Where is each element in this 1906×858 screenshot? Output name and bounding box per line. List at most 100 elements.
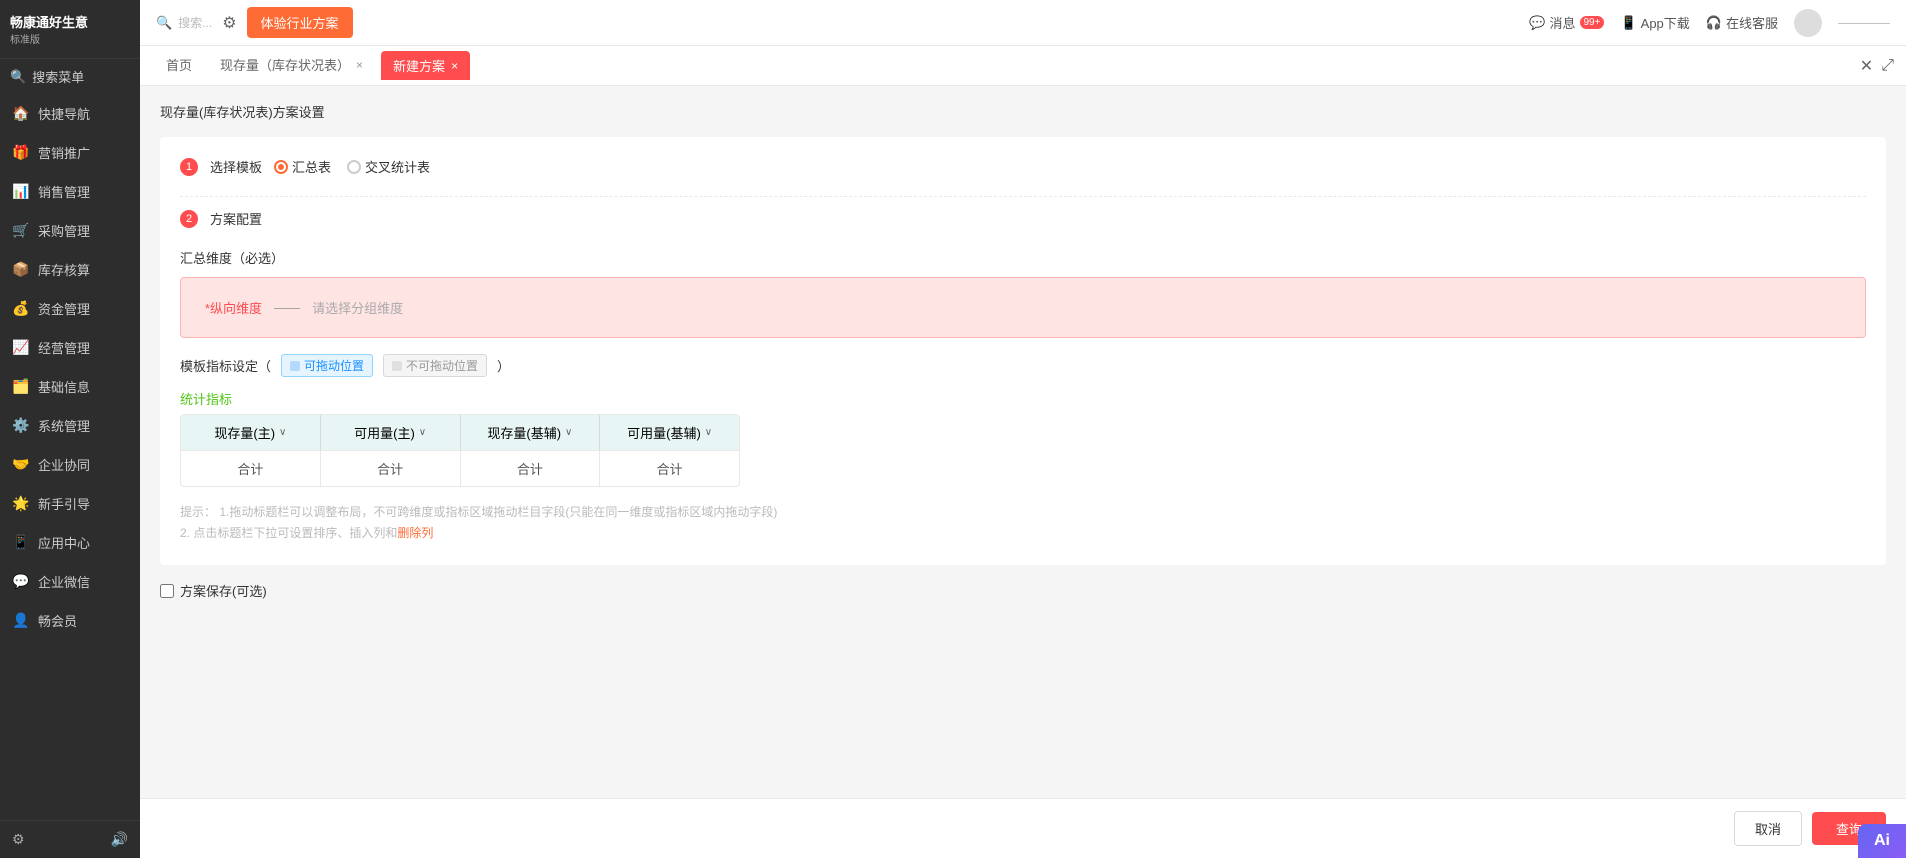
step1-label: 选择模板: [210, 157, 262, 176]
online-service-label: 在线客服: [1726, 13, 1778, 32]
folder-icon: 🗂️: [12, 378, 30, 396]
topbar-left: 🔍 搜索... ⚙ 体验行业方案: [156, 7, 353, 38]
topbar-search-area: 🔍 搜索...: [156, 14, 212, 31]
stats-col-2[interactable]: 可用量(主) ∨: [321, 415, 461, 450]
stats-col-1[interactable]: 现存量(主) ∨: [181, 415, 321, 450]
save-label: 方案保存(可选): [180, 581, 267, 600]
radio-summary[interactable]: 汇总表: [274, 157, 331, 176]
sidebar-item-label: 畅会员: [38, 611, 77, 630]
tab-new-scheme[interactable]: 新建方案 ×: [381, 51, 470, 80]
app-subtitle: 标准版: [10, 31, 130, 46]
sidebar-item-app-center[interactable]: 📱 应用中心: [0, 523, 140, 562]
tab-new-scheme-close-icon[interactable]: ×: [451, 59, 458, 73]
app-title: 畅康通好生意: [10, 12, 130, 31]
save-checkbox[interactable]: [160, 584, 174, 598]
chevron-col-4[interactable]: ∨: [705, 427, 712, 438]
sound-icon[interactable]: 🔊: [111, 831, 128, 848]
topbar-settings-icon[interactable]: ⚙: [222, 13, 236, 33]
main-area: 🔍 搜索... ⚙ 体验行业方案 💬 消息 99+ 📱 App下载 🎧 在线客服…: [140, 0, 1906, 858]
sidebar-item-onboarding[interactable]: 🌟 新手引导: [0, 484, 140, 523]
sidebar-item-quick-nav[interactable]: 🏠 快捷导航: [0, 94, 140, 133]
online-service-button[interactable]: 🎧 在线客服: [1706, 13, 1778, 32]
stats-col-3-label: 现存量(基辅): [487, 423, 561, 442]
sidebar-item-label: 库存核算: [38, 260, 90, 279]
messages-button[interactable]: 💬 消息 99+: [1529, 13, 1604, 32]
indicator-setting-row: 模板指标设定（ 可拖动位置 不可拖动位置 ）: [180, 354, 1866, 377]
tab-home[interactable]: 首页: [152, 47, 206, 84]
non-draggable-tag: 不可拖动位置: [383, 354, 487, 377]
sidebar-item-operations[interactable]: 📈 经营管理: [0, 328, 140, 367]
stats-col-1-label: 现存量(主): [214, 423, 275, 442]
box-icon: 📦: [12, 261, 30, 279]
sidebar-item-system[interactable]: ⚙️ 系统管理: [0, 406, 140, 445]
step2-label: 方案配置: [210, 209, 262, 228]
sidebar-item-label: 销售管理: [38, 182, 90, 201]
tip-highlight: 删除列: [397, 526, 433, 540]
sidebar-item-label: 营销推广: [38, 143, 90, 162]
tabs-bar: 首页 现存量（库存状况表） × 新建方案 × ✕ ⤢: [140, 46, 1906, 86]
tab-inventory-close-icon[interactable]: ×: [356, 58, 363, 72]
stats-cell-1-2: 合计: [321, 451, 461, 486]
sidebar-item-cooperation[interactable]: 🤝 企业协同: [0, 445, 140, 484]
money-icon: 💰: [12, 300, 30, 318]
sidebar-item-label: 经营管理: [38, 338, 90, 357]
chevron-col-1[interactable]: ∨: [279, 427, 286, 438]
sidebar-item-label: 系统管理: [38, 416, 90, 435]
app-download-button[interactable]: 📱 App下载: [1620, 13, 1689, 32]
expand-window-icon[interactable]: ⤢: [1881, 57, 1894, 75]
sidebar-item-label: 新手引导: [38, 494, 90, 513]
star-icon: 🌟: [12, 495, 30, 513]
stats-col-3[interactable]: 现存量(基辅) ∨: [461, 415, 601, 450]
ai-button[interactable]: Ai: [1858, 824, 1906, 858]
vertical-dimension-label: *纵向维度: [205, 298, 262, 317]
stats-col-4[interactable]: 可用量(基辅) ∨: [600, 415, 739, 450]
sidebar-item-label: 采购管理: [38, 221, 90, 240]
sidebar-item-label: 资金管理: [38, 299, 90, 318]
sidebar-item-purchase[interactable]: 🛒 采购管理: [0, 211, 140, 250]
sidebar-nav: 🏠 快捷导航 🎁 营销推广 📊 销售管理 🛒 采购管理 📦 库存核算 💰 资金管…: [0, 94, 140, 820]
stats-cell-1-3: 合计: [461, 451, 601, 486]
chevron-col-3[interactable]: ∨: [565, 427, 572, 438]
sidebar-item-finance[interactable]: 💰 资金管理: [0, 289, 140, 328]
cancel-button[interactable]: 取消: [1734, 811, 1802, 846]
user-avatar[interactable]: [1794, 9, 1822, 37]
wechat-icon: 💬: [12, 573, 30, 591]
gift-icon: 🎁: [12, 144, 30, 162]
gear-icon[interactable]: ⚙: [12, 831, 25, 848]
sidebar-item-marketing[interactable]: 🎁 营销推广: [0, 133, 140, 172]
dimension-area: *纵向维度 —— 请选择分组维度: [180, 277, 1866, 338]
stats-table-row-1: 合计 合计 合计 合计: [181, 450, 739, 486]
radio-summary-label: 汇总表: [292, 157, 331, 176]
dimension-placeholder[interactable]: 请选择分组维度: [312, 298, 403, 317]
industry-solution-button[interactable]: 体验行业方案: [247, 7, 353, 38]
chevron-col-2[interactable]: ∨: [419, 427, 426, 438]
radio-cross-dot: [347, 160, 361, 174]
template-radio-group: 汇总表 交叉统计表: [274, 157, 430, 176]
sidebar-item-basic-info[interactable]: 🗂️ 基础信息: [0, 367, 140, 406]
messages-label: 消息: [1549, 13, 1575, 32]
tab-new-scheme-label: 新建方案: [393, 56, 445, 75]
sidebar-item-inventory[interactable]: 📦 库存核算: [0, 250, 140, 289]
topbar-right: 💬 消息 99+ 📱 App下载 🎧 在线客服 ————: [1529, 9, 1890, 37]
draggable-label: 可拖动位置: [304, 357, 364, 374]
trending-icon: 📈: [12, 339, 30, 357]
settings-icon: ⚙️: [12, 417, 30, 435]
stats-table-header: 现存量(主) ∨ 可用量(主) ∨ 现存量(基辅) ∨ 可用量(基辅): [181, 415, 739, 450]
cart-icon: 🛒: [12, 222, 30, 240]
step1-row: 1 选择模板 汇总表 交叉统计表: [180, 157, 1866, 176]
sidebar-item-sales[interactable]: 📊 销售管理: [0, 172, 140, 211]
sidebar-item-wechat[interactable]: 💬 企业微信: [0, 562, 140, 601]
search-icon: 🔍: [10, 69, 26, 85]
sidebar-item-member[interactable]: 👤 畅会员: [0, 601, 140, 640]
tab-inventory-status[interactable]: 现存量（库存状况表） ×: [206, 47, 377, 84]
sidebar-item-label: 基础信息: [38, 377, 90, 396]
action-bar: 取消 查询: [140, 798, 1906, 858]
radio-summary-dot: [274, 160, 288, 174]
sidebar-logo: 畅康通好生意 标准版: [0, 0, 140, 59]
tips-section: 提示： 1.拖动标题栏可以调整布局，不可跨维度或指标区域拖动栏目字段(只能在同一…: [180, 503, 1866, 541]
sidebar-search[interactable]: 🔍 搜索菜单: [0, 59, 140, 94]
radio-cross[interactable]: 交叉统计表: [347, 157, 430, 176]
tab-inventory-label: 现存量（库存状况表）: [220, 55, 350, 74]
close-window-icon[interactable]: ✕: [1860, 56, 1873, 76]
app-download-label: App下载: [1641, 13, 1690, 32]
